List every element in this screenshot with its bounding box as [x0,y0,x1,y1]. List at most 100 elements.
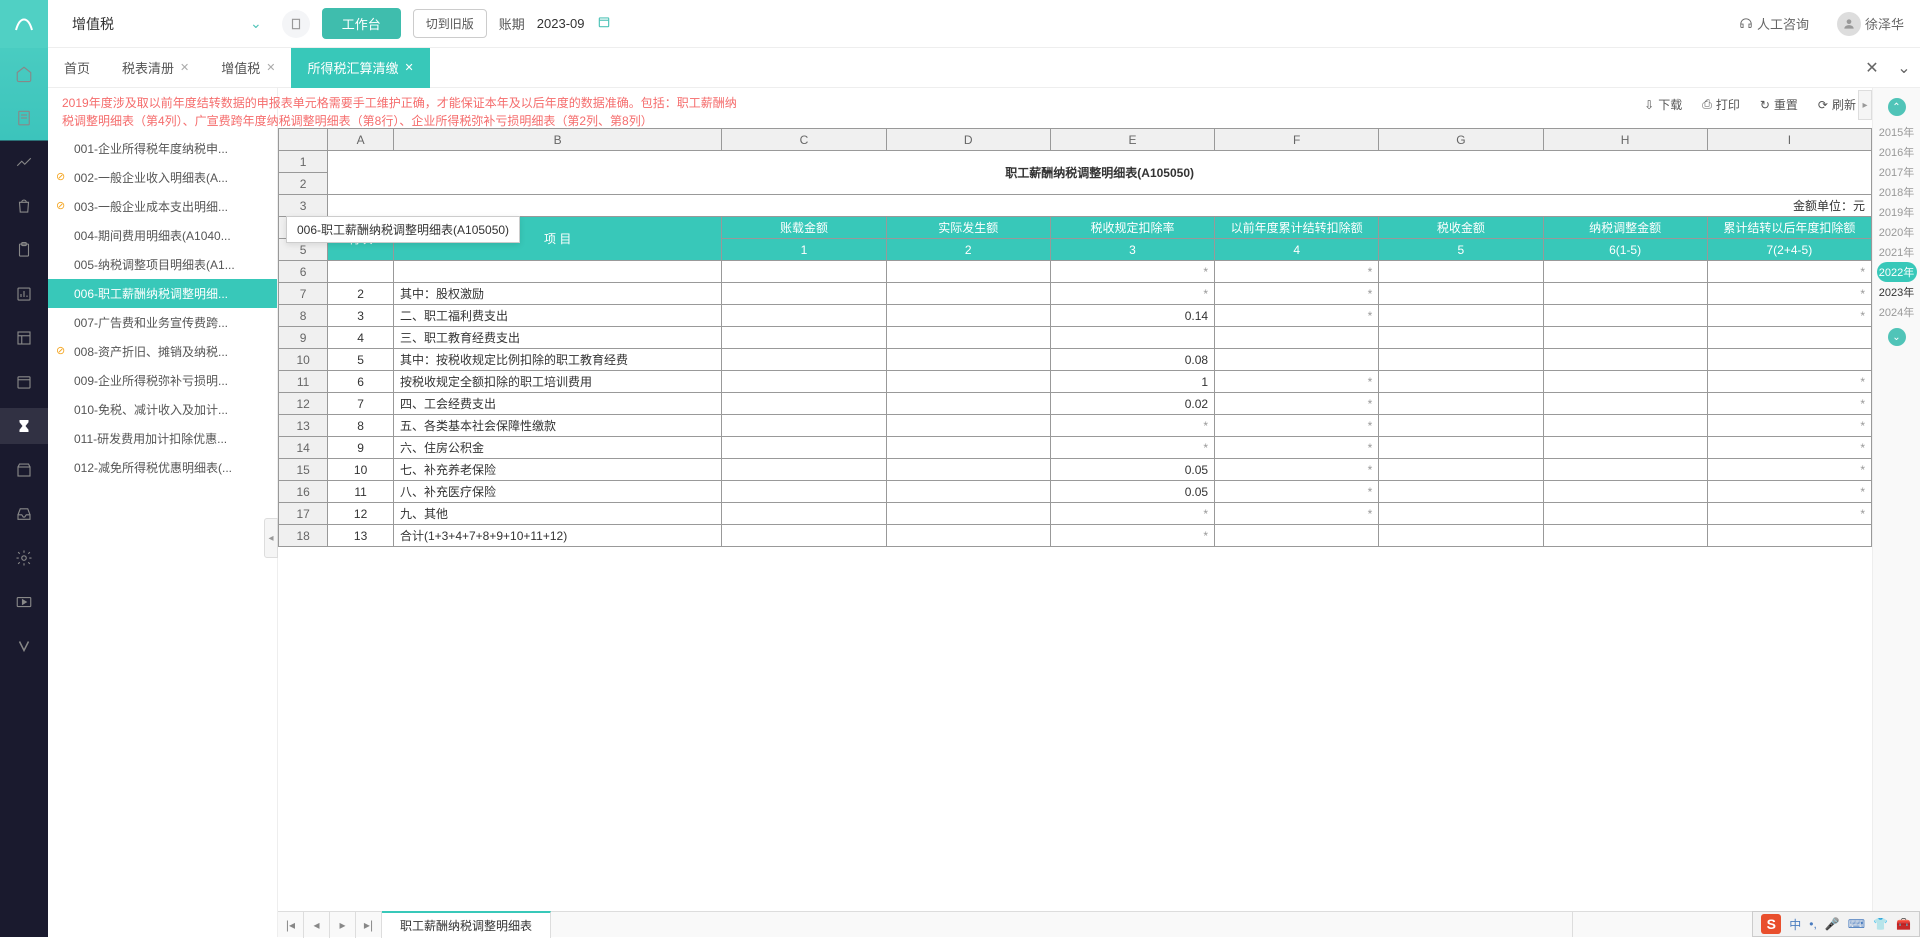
cell-item[interactable]: 合计(1+3+4+7+8+9+10+11+12) [393,525,721,547]
cell-c3[interactable]: 0.05 [1050,481,1214,503]
cell-c7[interactable] [1707,525,1871,547]
nav-v-icon[interactable] [0,628,48,664]
cell-c6[interactable] [1543,283,1707,305]
close-icon[interactable]: ✕ [266,61,275,74]
cell-c4[interactable] [1215,349,1379,371]
cell-item[interactable]: 其中：股权激励 [393,283,721,305]
cell-no[interactable]: 3 [328,305,394,327]
cell-c7[interactable]: * [1707,393,1871,415]
cell-c7[interactable]: * [1707,437,1871,459]
cell-c2[interactable] [886,283,1050,305]
cell-c6[interactable] [1543,305,1707,327]
cell-item[interactable]: 按税收规定全额扣除的职工培训费用 [393,371,721,393]
cell-c1[interactable] [722,371,886,393]
cell-c3[interactable]: 1 [1050,371,1214,393]
cell-c1[interactable] [722,437,886,459]
cell-item[interactable]: 其中：按税收规定比例扣除的职工教育经费 [393,349,721,371]
cell-c3[interactable]: 0.08 [1050,349,1214,371]
expand-handle[interactable]: ▸ [1858,90,1872,120]
cell-no[interactable]: 2 [328,283,394,305]
form-item-5[interactable]: 006-职工薪酬纳税调整明细... [48,279,277,308]
nav-tax-icon[interactable] [0,408,48,444]
year-2016年[interactable]: 2016年 [1877,142,1917,162]
ime-punct-icon[interactable]: •, [1809,917,1817,931]
nav-report-icon[interactable] [0,276,48,312]
sheet-nav-first[interactable]: |◂ [278,912,304,938]
cell-c5[interactable] [1379,371,1543,393]
cell-no[interactable]: 4 [328,327,394,349]
ime-logo-icon[interactable]: S [1761,914,1781,934]
nav-settings-icon[interactable] [0,540,48,576]
ime-voice-icon[interactable]: 🎤 [1825,917,1840,931]
year-2017年[interactable]: 2017年 [1877,162,1917,182]
cell-c7[interactable]: * [1707,481,1871,503]
form-item-10[interactable]: 011-研发费用加计扣除优惠... [48,424,277,453]
sheet-tab[interactable]: 职工薪酬纳税调整明细表 [382,911,551,938]
cell-c6[interactable] [1543,503,1707,525]
cell-c2[interactable] [886,459,1050,481]
cell-c5[interactable] [1379,327,1543,349]
cell-c7[interactable] [1707,349,1871,371]
collapse-handle[interactable]: ◂ [264,518,278,558]
cell-c6[interactable] [1543,393,1707,415]
cell-no[interactable]: 13 [328,525,394,547]
nav-archive-icon[interactable] [0,452,48,488]
cell-c1[interactable] [722,393,886,415]
cell-c3[interactable]: * [1050,283,1214,305]
cell-c5[interactable] [1379,349,1543,371]
close-icon[interactable]: ✕ [405,61,414,74]
cell-c2[interactable] [886,305,1050,327]
cell-no[interactable]: 11 [328,481,394,503]
cell-c7[interactable]: * [1707,503,1871,525]
nav-calendar-icon[interactable] [0,364,48,400]
cell-c7[interactable]: * [1707,261,1871,283]
cell-c5[interactable] [1379,437,1543,459]
cell-c2[interactable] [886,261,1050,283]
tab-3[interactable]: 所得税汇算清缴✕ [291,48,429,88]
cell-item[interactable]: 九、其他 [393,503,721,525]
cell-no[interactable]: 5 [328,349,394,371]
cell-c1[interactable] [722,525,886,547]
cell-c3[interactable]: * [1050,503,1214,525]
cell-no[interactable]: 12 [328,503,394,525]
cell-c7[interactable]: * [1707,371,1871,393]
tab-close-all-button[interactable]: ✕ [1856,52,1888,84]
cell-no[interactable]: 10 [328,459,394,481]
cell-c5[interactable] [1379,305,1543,327]
sheet-nav-next[interactable]: ▸ [330,912,356,938]
cell-no[interactable]: 6 [328,371,394,393]
cell-c2[interactable] [886,415,1050,437]
reset-button[interactable]: ↻重置 [1760,96,1798,113]
cell-c3[interactable]: * [1050,415,1214,437]
user-menu[interactable]: 徐泽华 [1837,12,1904,36]
consult-button[interactable]: 人工咨询 [1739,14,1809,33]
cell-c3[interactable]: 0.14 [1050,305,1214,327]
cell-c6[interactable] [1543,459,1707,481]
form-item-0[interactable]: 001-企业所得税年度纳税申... [48,134,277,163]
cell-c5[interactable] [1379,283,1543,305]
cell-c5[interactable] [1379,393,1543,415]
cell-item[interactable]: 二、职工福利费支出 [393,305,721,327]
cell-c5[interactable] [1379,503,1543,525]
cell-c1[interactable] [722,283,886,305]
cell-c7[interactable]: * [1707,459,1871,481]
cell-c4[interactable] [1215,525,1379,547]
cell-c5[interactable] [1379,261,1543,283]
cell-c2[interactable] [886,393,1050,415]
cell-c1[interactable] [722,261,886,283]
cell-item[interactable]: 八、补充医疗保险 [393,481,721,503]
cell-c1[interactable] [722,349,886,371]
year-scroll-down[interactable]: ⌄ [1888,328,1906,346]
nav-template-icon[interactable] [0,320,48,356]
cell-c4[interactable]: * [1215,437,1379,459]
old-version-button[interactable]: 切到旧版 [413,9,487,38]
cell-c5[interactable] [1379,459,1543,481]
cell-c2[interactable] [886,481,1050,503]
cell-item[interactable]: 五、各类基本社会保障性缴款 [393,415,721,437]
cell-c2[interactable] [886,437,1050,459]
cell-item[interactable]: 四、工会经费支出 [393,393,721,415]
year-scroll-up[interactable]: ⌃ [1888,98,1906,116]
cell-c3[interactable]: * [1050,261,1214,283]
cell-c4[interactable]: * [1215,393,1379,415]
cell-c3[interactable]: * [1050,525,1214,547]
